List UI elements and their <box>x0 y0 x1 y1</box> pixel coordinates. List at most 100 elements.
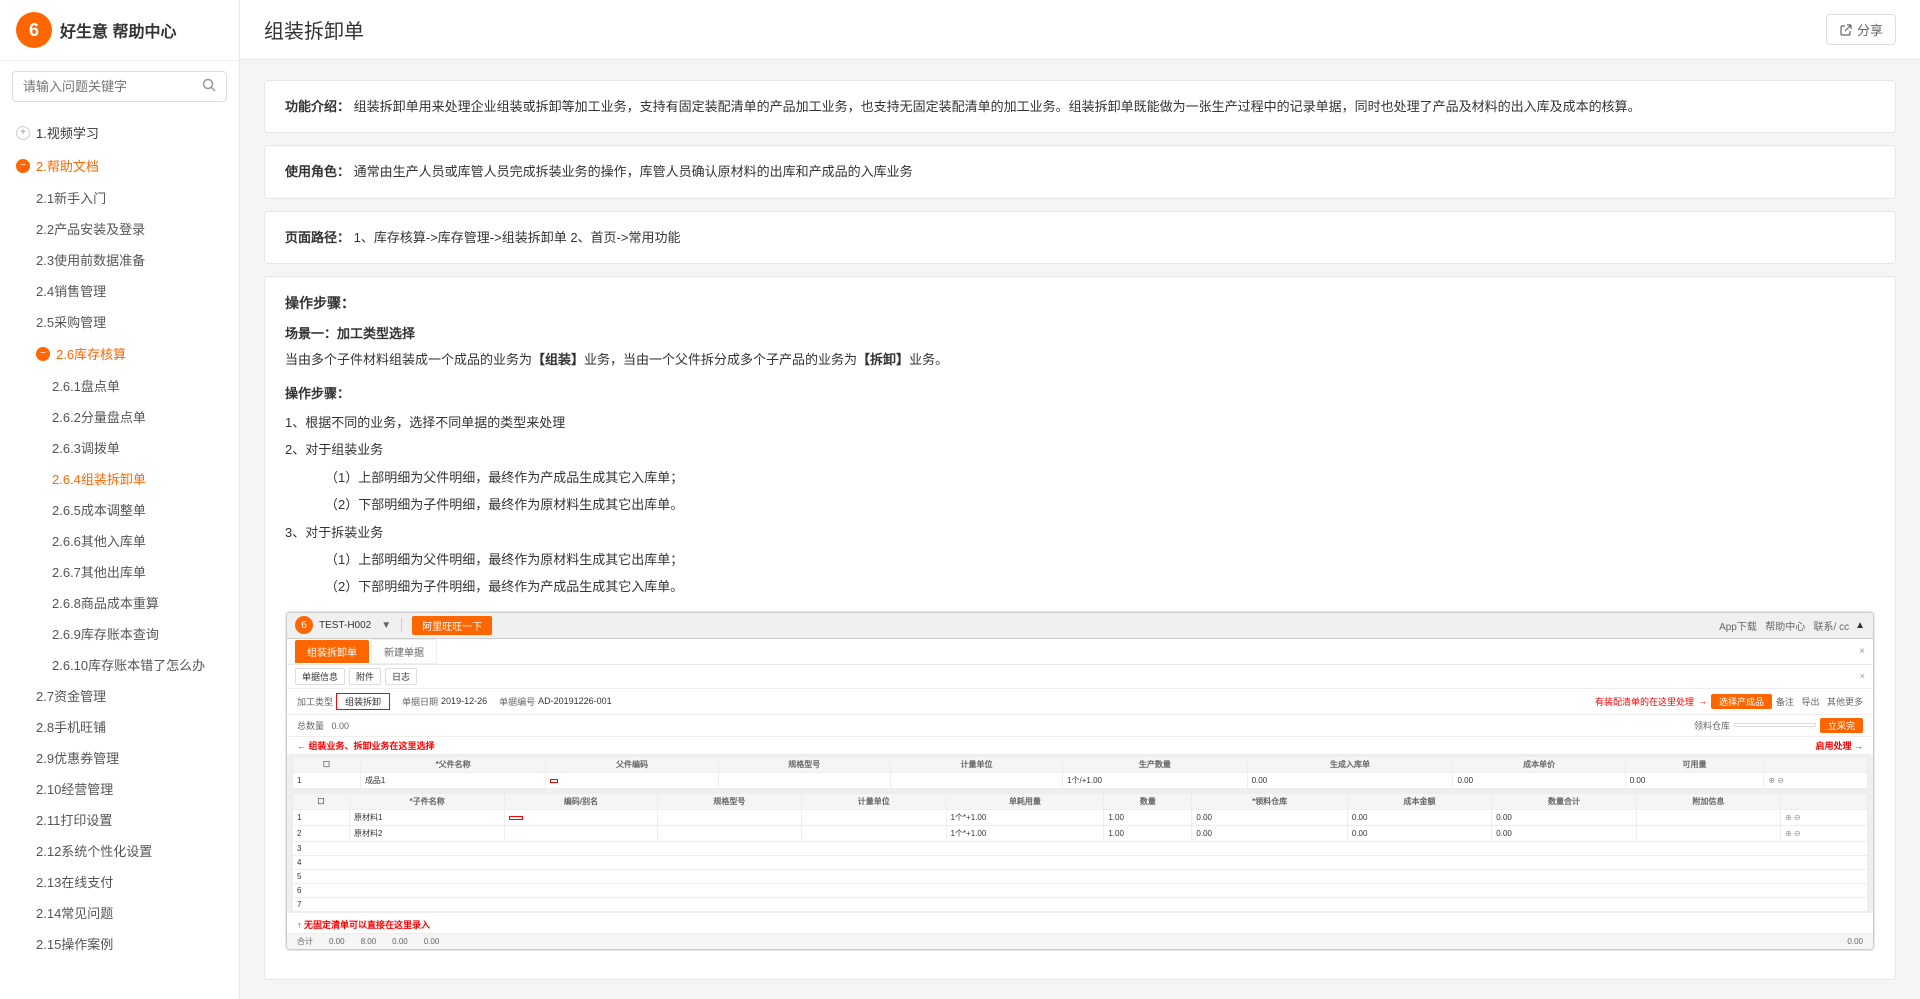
mock-tab-active[interactable]: 组装拆卸单 <box>295 640 369 663</box>
search-button[interactable] <box>192 72 226 101</box>
th2-check: ☐ <box>293 793 350 809</box>
role-label: 使用角色： <box>285 164 350 179</box>
sidebar-item-sub28[interactable]: 2.8手机旺铺 <box>0 711 239 742</box>
td2-empty6: 6 <box>293 883 1868 897</box>
screenshot-block: 6 TEST-H002 ▼ 阿里旺旺一下 App下载 帮助中心 联系/ cc ▲… <box>285 611 1875 951</box>
sidebar-item-sub23[interactable]: 2.3使用前数据准备 <box>0 244 239 275</box>
sidebar-item-sub267[interactable]: 2.6.7其他出库单 <box>0 556 239 587</box>
mock-label-qty: 总数量 0.00 <box>297 719 349 732</box>
sidebar-item-sub24[interactable]: 2.4销售管理 <box>0 275 239 306</box>
sidebar-item-sub21[interactable]: 2.1新手入门 <box>0 182 239 213</box>
td-cost1: 0.00 <box>1453 772 1625 788</box>
step3: 3、对于拆装业务 <box>285 521 1875 544</box>
mock-red-input[interactable] <box>550 779 558 783</box>
sidebar-item-sub268[interactable]: 2.6.8商品成本重算 <box>0 587 239 618</box>
td2-qty1: 1.00 <box>1104 809 1192 825</box>
td2-wh1: 0.00 <box>1192 809 1347 825</box>
mock-type-dropdown[interactable]: 组装拆卸 <box>336 693 390 710</box>
th2-spec: 规格型号 <box>657 793 801 809</box>
mock-tab-inactive[interactable]: 新建单据 <box>371 639 437 664</box>
minus-icon-26: − <box>36 347 50 361</box>
sidebar-item-sub261[interactable]: 2.6.1盘点单 <box>0 370 239 401</box>
sidebar-item-section2[interactable]: − 2.帮助文档 <box>0 149 239 182</box>
sidebar: 6 好生意 帮助中心 + 1.视频学习 − 2.帮助文档 2.1新手入门 2.2… <box>0 0 240 999</box>
mock-label-date: 单据日期 <box>402 695 438 708</box>
sidebar-item-section1[interactable]: + 1.视频学习 <box>0 116 239 149</box>
search-box[interactable] <box>12 71 227 102</box>
sidebar-item-sub211[interactable]: 2.11打印设置 <box>0 804 239 835</box>
sidebar-item-sub262[interactable]: 2.6.2分量盘点单 <box>0 401 239 432</box>
sidebar-item-sub264[interactable]: 2.6.4组装拆卸单 <box>0 463 239 494</box>
mock-close[interactable]: × <box>1859 646 1865 657</box>
mock-btn-edit[interactable]: 附件 <box>349 668 381 685</box>
path-text: 1、库存核算->库存管理->组装拆卸单 2、首页->常用功能 <box>354 230 681 245</box>
mock-select-bom[interactable]: 选择产成品 <box>1711 694 1772 709</box>
sidebar-item-sub265[interactable]: 2.6.5成本调整单 <box>0 494 239 525</box>
mock-btn-log[interactable]: 日志 <box>385 668 417 685</box>
mock-extra-btns: 备注 导出 其他更多 <box>1776 695 1863 708</box>
td2-spec1 <box>657 809 801 825</box>
role-block: 使用角色： 通常由生产人员或库管人员完成拆装业务的操作，库管人员确认原材料的出库… <box>264 145 1896 198</box>
sidebar-item-label: 2.6库存核算 <box>56 344 126 363</box>
th2-wh: *领料仓库 <box>1192 793 1347 809</box>
th-parent-code: 父件编码 <box>546 756 718 772</box>
sidebar-item-sub210[interactable]: 2.10经营管理 <box>0 773 239 804</box>
mock-btn-new[interactable]: 单据信息 <box>295 668 345 685</box>
share-button[interactable]: 分享 <box>1826 14 1896 45</box>
td-inbound1: 0.00 <box>1247 772 1453 788</box>
td-spec1 <box>718 772 890 788</box>
td-unit1 <box>890 772 1062 788</box>
td2-info2 <box>1636 825 1780 841</box>
td2-code1 <box>505 809 657 825</box>
mock-footer-cost3: 0.00 <box>424 937 440 946</box>
mock-wh-input[interactable] <box>1734 723 1816 727</box>
td2-perqty2: 1个*+1.00 <box>946 825 1104 841</box>
path-block: 页面路径： 1、库存核算->库存管理->组装拆卸单 2、首页->常用功能 <box>264 211 1896 264</box>
th-ops <box>1764 756 1868 772</box>
sidebar-item-sub213[interactable]: 2.13在线支付 <box>0 866 239 897</box>
td-qty1: 1个/+1.00 <box>1063 772 1248 788</box>
sidebar-item-sub269[interactable]: 2.6.9库存账本查询 <box>0 618 239 649</box>
sidebar-item-sub26[interactable]: − 2.6库存核算 <box>0 337 239 370</box>
mock-main-btn[interactable]: 阿里旺旺一下 <box>412 616 492 635</box>
mock-footer-qty: 0.00 <box>329 937 345 946</box>
path-label: 页面路径： <box>285 230 350 245</box>
sidebar-item-sub215[interactable]: 2.15操作案例 <box>0 928 239 959</box>
mock-label-wh: 领料仓库 <box>1694 719 1730 732</box>
step1: 1、根据不同的业务，选择不同单据的类型来处理 <box>285 411 1875 434</box>
th-parent-name: *父件名称 <box>360 756 545 772</box>
row2-ops2[interactable]: ⊕ ⊖ <box>1785 829 1801 838</box>
th-checkbox: ☐ <box>293 756 361 772</box>
sidebar-item-sub25[interactable]: 2.5采购管理 <box>0 306 239 337</box>
mock-date-val: 2019-12-26 <box>441 696 487 706</box>
row2-ops[interactable]: ⊕ ⊖ <box>1785 813 1801 822</box>
row-ops-icon[interactable]: ⊕ ⊖ <box>1768 776 1784 785</box>
sidebar-item-sub2610[interactable]: 2.6.10库存账本错了怎么办 <box>0 649 239 680</box>
mock-footer-cost2: 0.00 <box>392 937 408 946</box>
share-label: 分享 <box>1857 20 1883 39</box>
td2-name1: 原材料1 <box>349 809 504 825</box>
search-input[interactable] <box>13 73 192 100</box>
mock-sub-red-input1[interactable] <box>509 816 523 820</box>
mock-close-x[interactable]: × <box>1860 671 1865 681</box>
sidebar-item-sub212[interactable]: 2.12系统个性化设置 <box>0 835 239 866</box>
sidebar-item-sub29[interactable]: 2.9优惠券管理 <box>0 742 239 773</box>
sidebar-item-label: 2.帮助文档 <box>36 156 99 175</box>
td2-total1: 0.00 <box>1492 809 1636 825</box>
sidebar-item-sub27[interactable]: 2.7资金管理 <box>0 680 239 711</box>
mock-confirm-btn[interactable]: 立采完 <box>1820 718 1863 733</box>
content-area: 功能介绍： 组装拆卸单用来处理企业组装或拆卸等加工业务，支持有固定装配清单的产品… <box>240 60 1920 999</box>
sidebar-item-sub266[interactable]: 2.6.6其他入库单 <box>0 525 239 556</box>
sidebar-header: 6 好生意 帮助中心 <box>0 0 239 61</box>
td2-name2: 原材料2 <box>349 825 504 841</box>
sidebar-item-sub22[interactable]: 2.2产品安装及登录 <box>0 213 239 244</box>
nav-list: + 1.视频学习 − 2.帮助文档 2.1新手入门 2.2产品安装及登录 2.3… <box>0 112 239 963</box>
scene1-desc: 当由多个子件材料组装成一个成品的业务为【组装】业务，当由一个父件拆分成多个子产品… <box>285 348 1875 371</box>
step2: 2、对于组装业务 <box>285 438 1875 461</box>
td-parent-code1 <box>546 772 718 788</box>
td-avail1: 0.00 <box>1625 772 1764 788</box>
sidebar-item-sub263[interactable]: 2.6.3调拨单 <box>0 432 239 463</box>
mock-footer-right: 0.00 <box>1847 937 1863 946</box>
sidebar-item-sub214[interactable]: 2.14常见问题 <box>0 897 239 928</box>
th-prod-qty: 生产数量 <box>1063 756 1248 772</box>
